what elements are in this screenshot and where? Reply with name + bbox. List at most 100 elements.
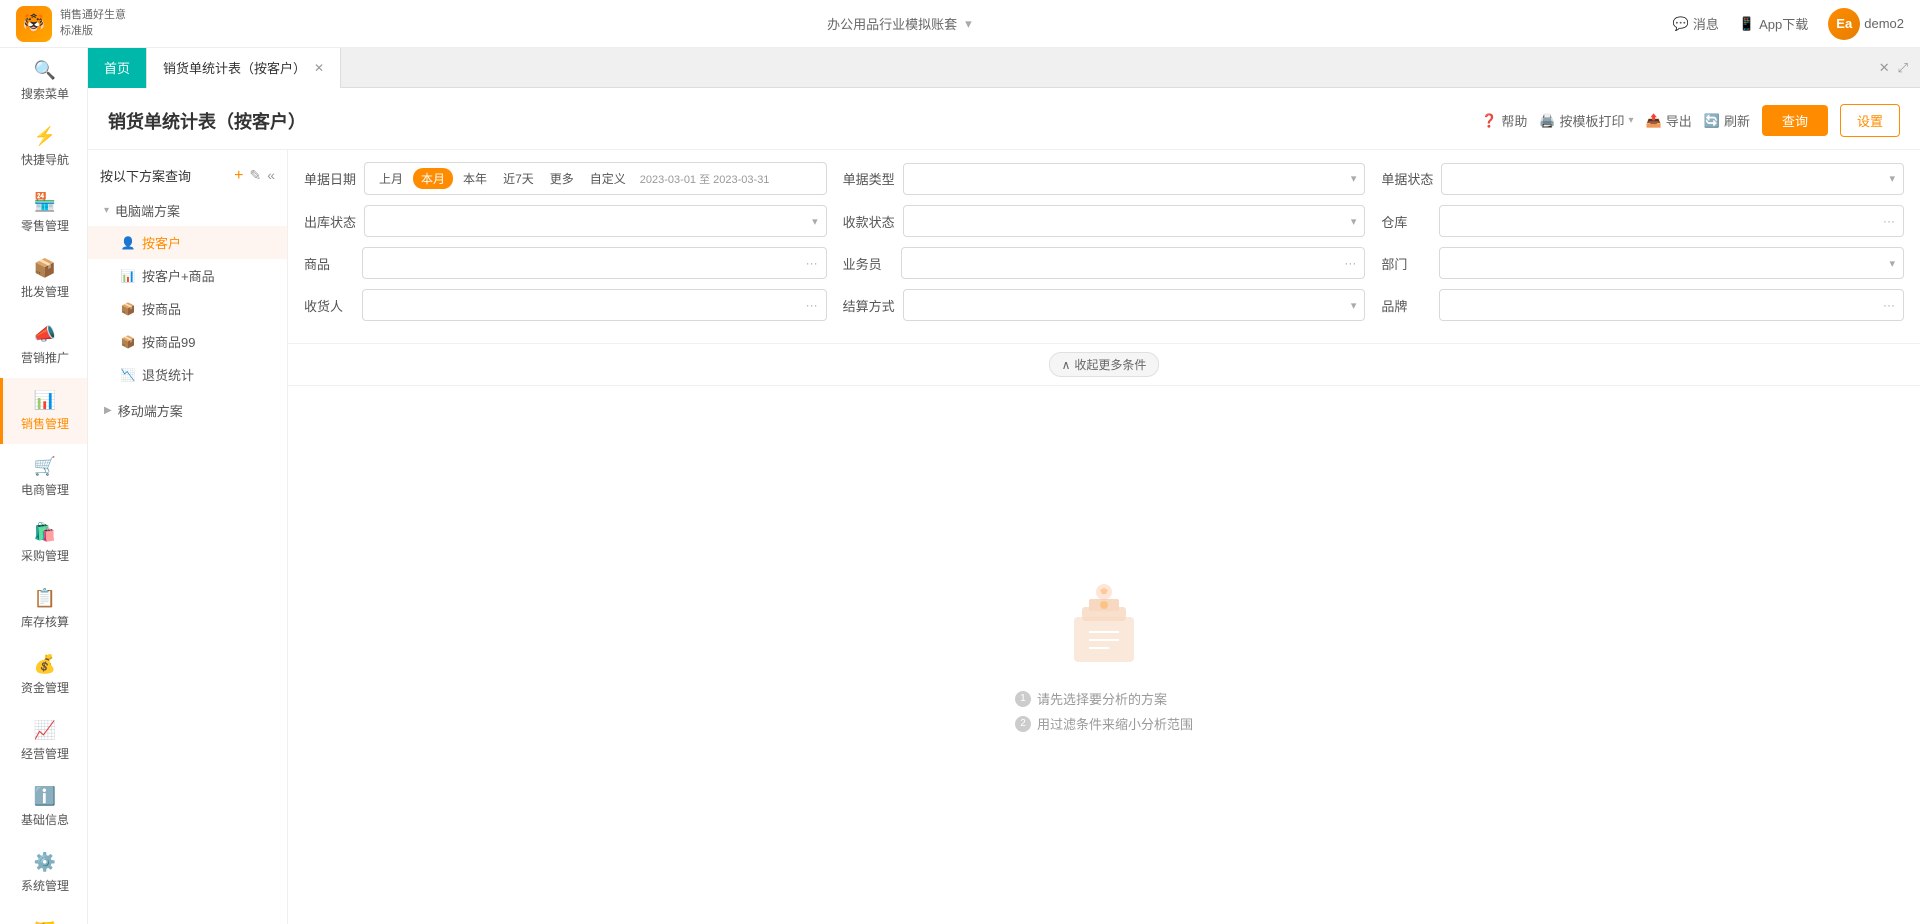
quick-nav-icon: ⚡ — [34, 126, 56, 147]
refresh-button[interactable]: 🔄 刷新 — [1704, 111, 1750, 130]
query-button[interactable]: 查询 — [1762, 105, 1828, 136]
goods-input[interactable]: ··· — [362, 247, 827, 279]
tab-close-all-icon[interactable]: ✕ — [1879, 60, 1890, 76]
empty-tip-1: 1 请先选择要分析的方案 — [1015, 689, 1193, 708]
warehouse-input[interactable]: ··· — [1439, 205, 1904, 237]
sidebar-item-inventory[interactable]: 📋 库存核算 — [0, 576, 87, 642]
tab-maximize-icon[interactable]: ⤢ — [1898, 60, 1908, 76]
print-chevron-icon: ▾ — [1629, 115, 1634, 126]
messages-button[interactable]: 💬 消息 — [1673, 14, 1719, 33]
empty-tip-2: 2 用过滤条件来缩小分析范围 — [1015, 714, 1193, 733]
tab-home[interactable]: 首页 — [88, 48, 147, 88]
print-icon: 🖨️ — [1539, 113, 1555, 129]
tab-sales-stat[interactable]: 销货单统计表（按客户） ✕ — [147, 48, 341, 88]
dept-chevron-icon: ▾ — [1889, 257, 1895, 270]
date-tab-7days[interactable]: 近7天 — [497, 168, 540, 189]
date-tab-more[interactable]: 更多 — [544, 168, 580, 189]
date-tab-this-month[interactable]: 本月 — [413, 168, 453, 189]
logo-text: 销售通好生意 标准版 — [60, 8, 126, 39]
sidebar-item-operation[interactable]: 📈 经营管理 — [0, 708, 87, 774]
tab-bar: 首页 销货单统计表（按客户） ✕ ✕ ⤢ — [88, 48, 1920, 88]
scheme-item-by-goods[interactable]: 📦 按商品 — [88, 292, 287, 325]
collect-status-label: 收款状态 — [843, 212, 895, 231]
app-download-button[interactable]: 📱 App下载 — [1739, 14, 1808, 33]
scheme-group-desktop-title[interactable]: ▾ 电脑端方案 — [88, 195, 287, 226]
scheme-add-button[interactable]: + — [234, 167, 243, 185]
filter-item-warehouse: 仓库 ··· — [1381, 205, 1904, 237]
logo-icon: 🐯 — [16, 6, 52, 42]
scheme-edit-button[interactable]: ✎ — [249, 167, 261, 185]
header-center[interactable]: 办公用品行业模拟账套 ▾ — [827, 14, 972, 33]
user-menu[interactable]: Ea demo2 — [1828, 8, 1904, 40]
scheme-item-goods99-icon: 📦 — [120, 334, 136, 350]
filter-item-date: 单据日期 上月 本月 本年 近7天 更多 自定义 — [304, 162, 827, 195]
date-tab-last-month[interactable]: 上月 — [373, 168, 409, 189]
dept-label: 部门 — [1381, 254, 1431, 273]
enterprise-icon: 🤝 — [34, 918, 56, 924]
help-button[interactable]: ❓ 帮助 — [1481, 111, 1527, 130]
scheme-collapse-button[interactable]: « — [267, 167, 275, 185]
page-header: 销货单统计表（按客户） ❓ 帮助 🖨️ 按模板打印 ▾ 📤 导出 — [88, 88, 1920, 150]
out-status-label: 出库状态 — [304, 212, 356, 231]
marketing-icon: 📣 — [34, 324, 56, 345]
sidebar-item-enterprise[interactable]: 🤝 企业协同 — [0, 906, 87, 924]
operation-icon: 📈 — [34, 720, 56, 741]
sidebar-item-retail[interactable]: 🏪 零售管理 — [0, 180, 87, 246]
print-button[interactable]: 🖨️ 按模板打印 ▾ — [1539, 111, 1633, 130]
sidebar-item-purchase[interactable]: 🛍️ 采购管理 — [0, 510, 87, 576]
sidebar-item-ecommerce[interactable]: 🛒 电商管理 — [0, 444, 87, 510]
collect-status-select[interactable]: ▾ — [903, 205, 1366, 237]
dept-select[interactable]: ▾ — [1439, 247, 1904, 279]
filter-row-3: 商品 ··· 业务员 ··· — [304, 247, 1904, 279]
empty-state: 1 请先选择要分析的方案 2 用过滤条件来缩小分析范围 — [288, 386, 1920, 924]
filter-row-2: 出库状态 ▾ 收款状态 ▾ — [304, 205, 1904, 237]
export-button[interactable]: 📤 导出 — [1646, 111, 1692, 130]
doc-status-select[interactable]: ▾ — [1441, 163, 1904, 195]
date-tab-this-year[interactable]: 本年 — [457, 168, 493, 189]
sidebar-item-sales[interactable]: 📊 销售管理 — [0, 378, 87, 444]
top-header: 🐯 销售通好生意 标准版 办公用品行业模拟账套 ▾ 💬 消息 📱 App下载 E… — [0, 0, 1920, 48]
sidebar-item-finance[interactable]: 💰 资金管理 — [0, 642, 87, 708]
collapse-button[interactable]: ∧ 收起更多条件 — [1049, 352, 1160, 377]
date-label: 单据日期 — [304, 169, 356, 188]
system-icon: ⚙️ — [34, 852, 56, 873]
logo-area: 🐯 销售通好生意 标准版 — [16, 6, 126, 42]
date-control[interactable]: 上月 本月 本年 近7天 更多 自定义 2023-03-01 至 2023-03… — [364, 162, 827, 195]
tab-close-icon[interactable]: ✕ — [314, 61, 324, 75]
scheme-group-mobile-title[interactable]: ▶ 移动端方案 — [88, 395, 287, 426]
settle-method-chevron-icon: ▾ — [1351, 299, 1357, 312]
empty-illustration — [1054, 577, 1154, 677]
scheme-item-by-customer-goods[interactable]: 📊 按客户+商品 — [88, 259, 287, 292]
help-icon: ❓ — [1481, 113, 1497, 129]
settle-method-select[interactable]: ▾ — [903, 289, 1366, 321]
sidebar-item-system[interactable]: ⚙️ 系统管理 — [0, 840, 87, 906]
page-header-actions: ❓ 帮助 🖨️ 按模板打印 ▾ 📤 导出 🔄 刷新 — [1481, 104, 1900, 137]
filter-item-settle-method: 结算方式 ▾ — [843, 289, 1366, 321]
sidebar-item-quick-nav[interactable]: ⚡ 快捷导航 — [0, 114, 87, 180]
sidebar-item-marketing[interactable]: 📣 营销推广 — [0, 312, 87, 378]
doc-status-chevron-icon: ▾ — [1889, 172, 1895, 185]
filter-grid: 单据日期 上月 本月 本年 近7天 更多 自定义 — [288, 150, 1920, 344]
scheme-item-by-customer[interactable]: 👤 按客户 — [88, 226, 287, 259]
salesman-input[interactable]: ··· — [901, 247, 1366, 279]
sidebar-item-search[interactable]: 🔍 搜索菜单 — [0, 48, 87, 114]
date-tab-custom[interactable]: 自定义 — [584, 168, 632, 189]
brand-label: 品牌 — [1381, 296, 1431, 315]
date-tabs: 上月 本月 本年 近7天 更多 自定义 2023-03-01 至 2023-03… — [373, 168, 769, 189]
filter-item-receiver: 收货人 ··· — [304, 289, 827, 321]
ecommerce-icon: 🛒 — [34, 456, 56, 477]
avatar: Ea — [1828, 8, 1860, 40]
filter-item-dept: 部门 ▾ — [1381, 247, 1904, 279]
doc-type-label: 单据类型 — [843, 169, 895, 188]
scheme-header: 按以下方案查询 + ✎ « — [88, 158, 287, 193]
scheme-item-return-stats[interactable]: 📉 退货统计 — [88, 358, 287, 391]
sidebar-item-basic-info[interactable]: ℹ️ 基础信息 — [0, 774, 87, 840]
brand-input[interactable]: ··· — [1439, 289, 1904, 321]
sidebar-item-wholesale[interactable]: 📦 批发管理 — [0, 246, 87, 312]
filter-row-1: 单据日期 上月 本月 本年 近7天 更多 自定义 — [304, 162, 1904, 195]
doc-type-select[interactable]: ▾ — [903, 163, 1366, 195]
out-status-select[interactable]: ▾ — [364, 205, 827, 237]
settings-button[interactable]: 设置 — [1840, 104, 1900, 137]
scheme-item-by-goods-99[interactable]: 📦 按商品99 — [88, 325, 287, 358]
receiver-input[interactable]: ··· — [362, 289, 827, 321]
